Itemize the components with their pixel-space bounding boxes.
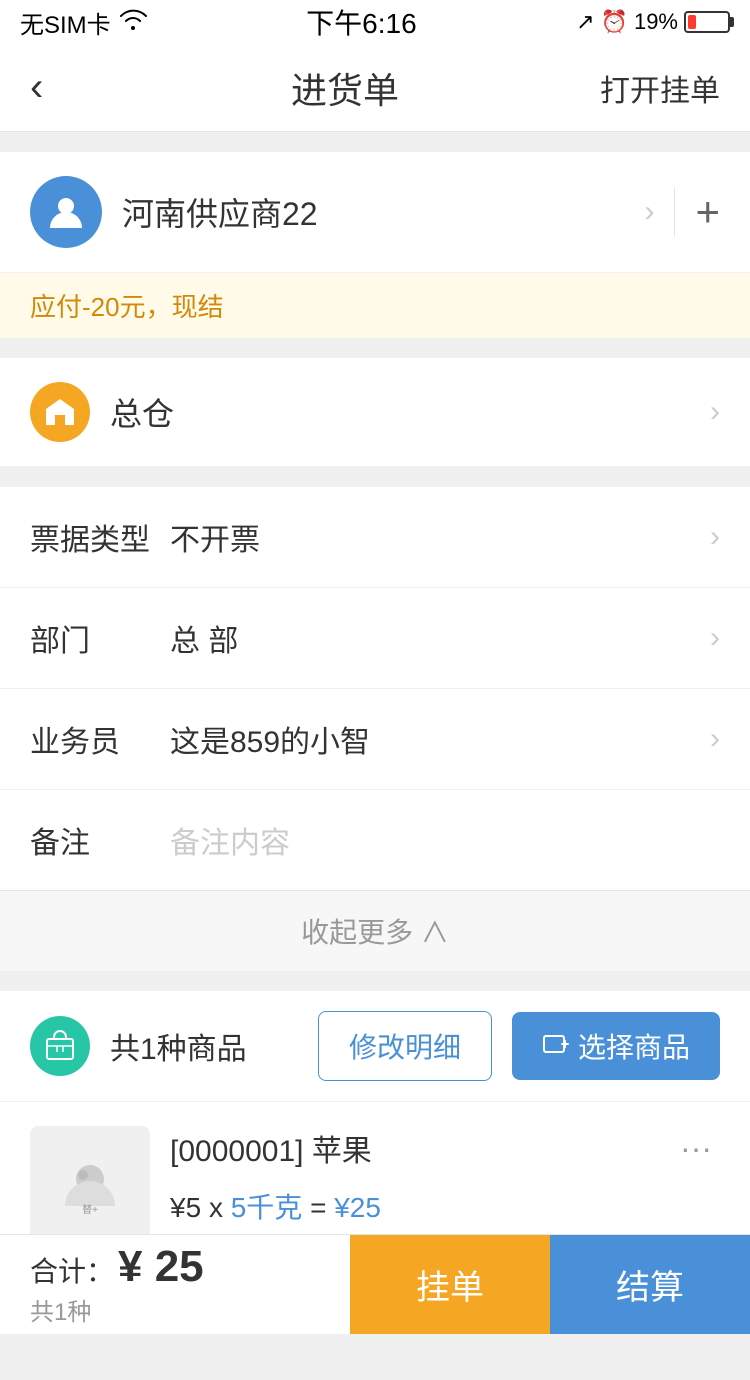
product-thumbnail: 替+ <box>30 1126 150 1246</box>
supplier-avatar <box>30 176 102 248</box>
open-pending-button[interactable]: 打开挂单 <box>600 66 720 110</box>
invoice-chevron-icon: › <box>710 520 720 554</box>
more-options-button[interactable]: ··· <box>672 1126 720 1171</box>
product-name: [0000001] 苹果 <box>170 1126 672 1170</box>
sales-value: 这是859的小智 <box>170 717 710 761</box>
warehouse-icon <box>30 382 90 442</box>
dept-chevron-icon: › <box>710 621 720 655</box>
warehouse-card: 总仓 › <box>0 358 750 466</box>
divider-3 <box>0 466 750 486</box>
remark-label: 备注 <box>30 818 170 862</box>
product-price-row: ¥5 x 5千克 = ¥25 <box>170 1186 672 1226</box>
nav-bar: ‹ 进货单 打开挂单 <box>0 44 750 132</box>
form-card: 票据类型 不开票 › 部门 总 部 › 业务员 这是859的小智 › 备注 备注… <box>0 486 750 890</box>
dept-label: 部门 <box>30 616 170 660</box>
page-title: 进货单 <box>291 62 399 114</box>
battery-icon <box>684 11 730 33</box>
sales-row[interactable]: 业务员 这是859的小智 › <box>0 688 750 789</box>
warehouse-label: 总仓 <box>110 389 710 435</box>
warehouse-row[interactable]: 总仓 › <box>0 358 750 466</box>
sales-label: 业务员 <box>30 717 170 761</box>
subtotal: ¥25 <box>334 1192 381 1223</box>
invoice-row[interactable]: 票据类型 不开票 › <box>0 486 750 587</box>
status-bar: 无SIM卡 下午6:16 ↗ ⏰ 19% <box>0 0 750 44</box>
invoice-label: 票据类型 <box>30 515 170 559</box>
divider-4 <box>0 971 750 991</box>
edit-detail-button[interactable]: 修改明细 <box>318 1011 492 1081</box>
sales-chevron-icon: › <box>710 722 720 756</box>
hang-button[interactable]: 挂单 <box>350 1235 550 1334</box>
notice-text: 应付-20元，现结 <box>30 292 224 322</box>
product-code: [0000001] <box>170 1135 303 1168</box>
bottom-bar: 合计： ¥ 25 共1种 挂单 结算 <box>0 1234 750 1334</box>
equals-sign: = <box>310 1192 334 1223</box>
alarm-icon: ⏰ <box>601 9 628 35</box>
quantity: 5千克 <box>231 1192 303 1223</box>
supplier-card: 河南供应商22 › + 应付-20元，现结 <box>0 152 750 338</box>
remark-input[interactable]: 备注内容 <box>170 818 720 862</box>
supplier-name: 河南供应商22 <box>122 189 644 235</box>
product-count: 共1种商品 <box>110 1024 298 1068</box>
settle-button[interactable]: 结算 <box>550 1235 750 1334</box>
select-product-label: 选择商品 <box>578 1026 690 1066</box>
unit-price: ¥5 <box>170 1192 201 1223</box>
total-count: 共1种 <box>30 1292 320 1327</box>
invoice-value: 不开票 <box>170 515 710 559</box>
svg-text:替+: 替+ <box>82 1203 98 1216</box>
settle-label: 结算 <box>616 1260 684 1309</box>
battery-percent: 19% <box>634 9 678 35</box>
status-right: ↗ ⏰ 19% <box>576 9 730 35</box>
hang-label: 挂单 <box>416 1260 484 1309</box>
product-icon <box>30 1016 90 1076</box>
supplier-divider <box>674 187 675 237</box>
total-label: 合计： <box>30 1250 114 1290</box>
status-left: 无SIM卡 <box>20 5 147 40</box>
product-header: 共1种商品 修改明细 选择商品 <box>0 991 750 1101</box>
wifi-icon <box>119 8 147 37</box>
back-button[interactable]: ‹ <box>30 65 90 110</box>
warehouse-chevron-icon: › <box>710 395 720 429</box>
price-separator: x <box>209 1192 231 1223</box>
divider-2 <box>0 338 750 358</box>
dept-value: 总 部 <box>170 616 710 660</box>
add-supplier-button[interactable]: + <box>695 191 720 233</box>
product-section: 共1种商品 修改明细 选择商品 替+ [0000001] 苹果 <box>0 991 750 1270</box>
divider-top <box>0 132 750 152</box>
supplier-chevron-icon: › <box>644 195 654 229</box>
dept-row[interactable]: 部门 总 部 › <box>0 587 750 688</box>
status-time: 下午6:16 <box>306 2 417 42</box>
notice-bar: 应付-20元，现结 <box>0 273 750 338</box>
supplier-row[interactable]: 河南供应商22 › + <box>0 152 750 273</box>
total-section: 合计： ¥ 25 共1种 <box>0 1235 350 1334</box>
product-title: 苹果 <box>312 1135 372 1168</box>
carrier-text: 无SIM卡 <box>20 5 111 40</box>
collapse-row[interactable]: 收起更多 ∧ <box>0 890 750 971</box>
collapse-label: 收起更多 ∧ <box>301 911 449 951</box>
select-product-button[interactable]: 选择商品 <box>512 1012 720 1080</box>
total-amount: ¥ 25 <box>118 1242 204 1292</box>
product-info: [0000001] 苹果 ¥5 x 5千克 = ¥25 <box>170 1126 672 1226</box>
location-icon: ↗ <box>576 9 594 35</box>
remark-row[interactable]: 备注 备注内容 <box>0 789 750 890</box>
